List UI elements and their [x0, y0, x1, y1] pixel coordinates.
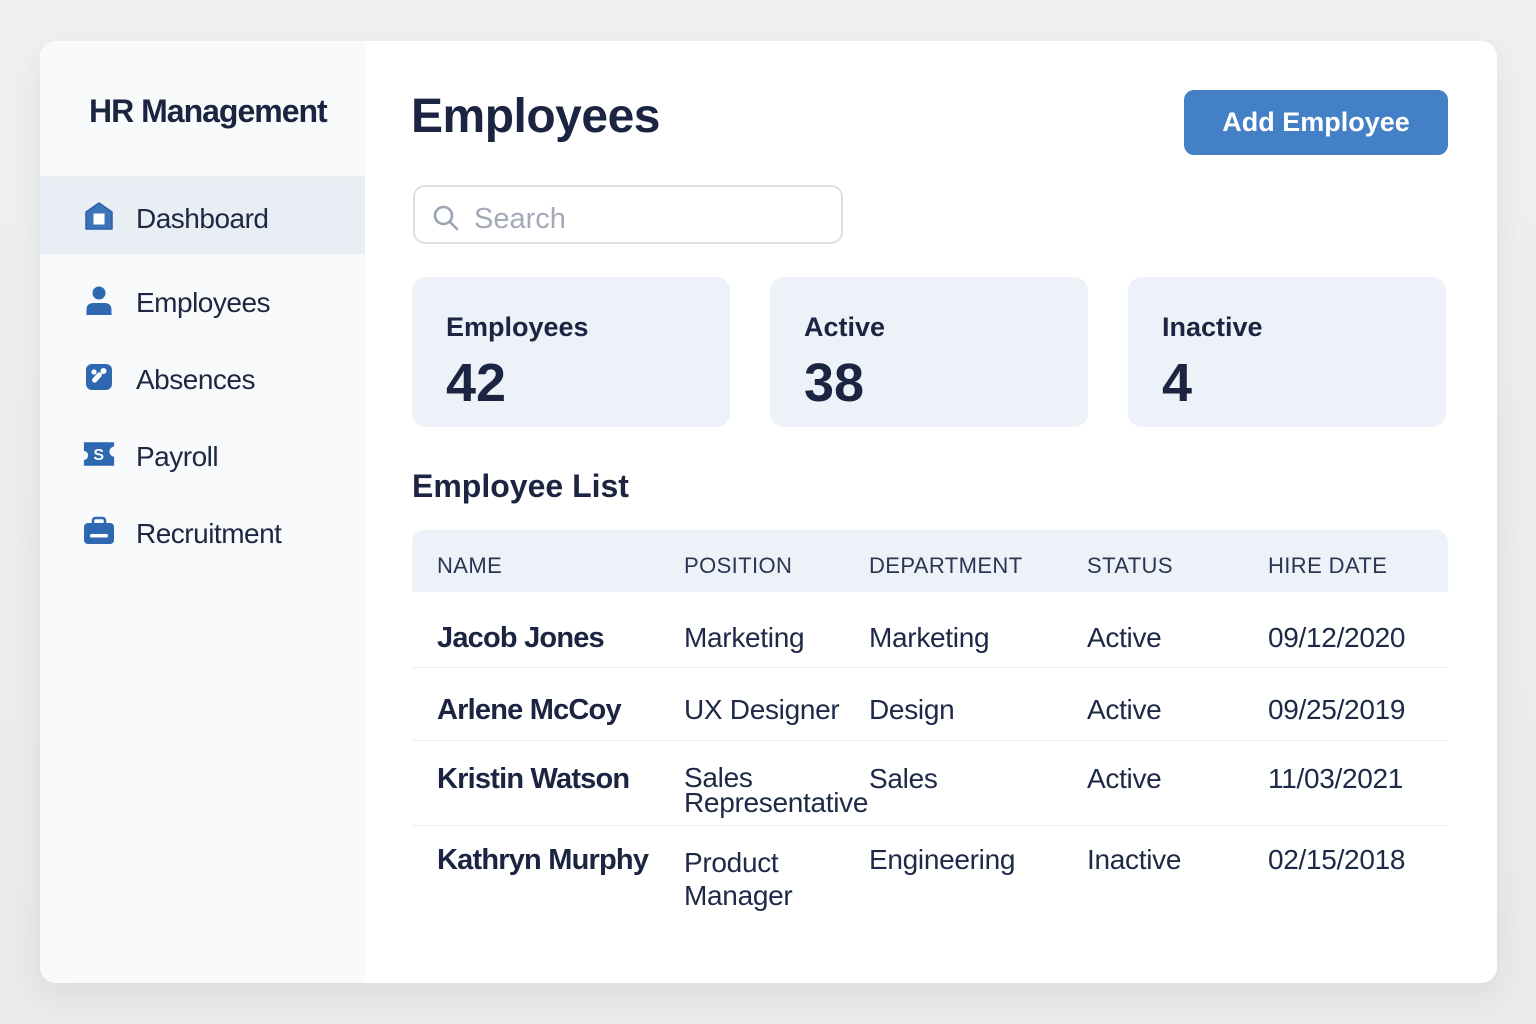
svg-text:S: S — [93, 446, 104, 464]
